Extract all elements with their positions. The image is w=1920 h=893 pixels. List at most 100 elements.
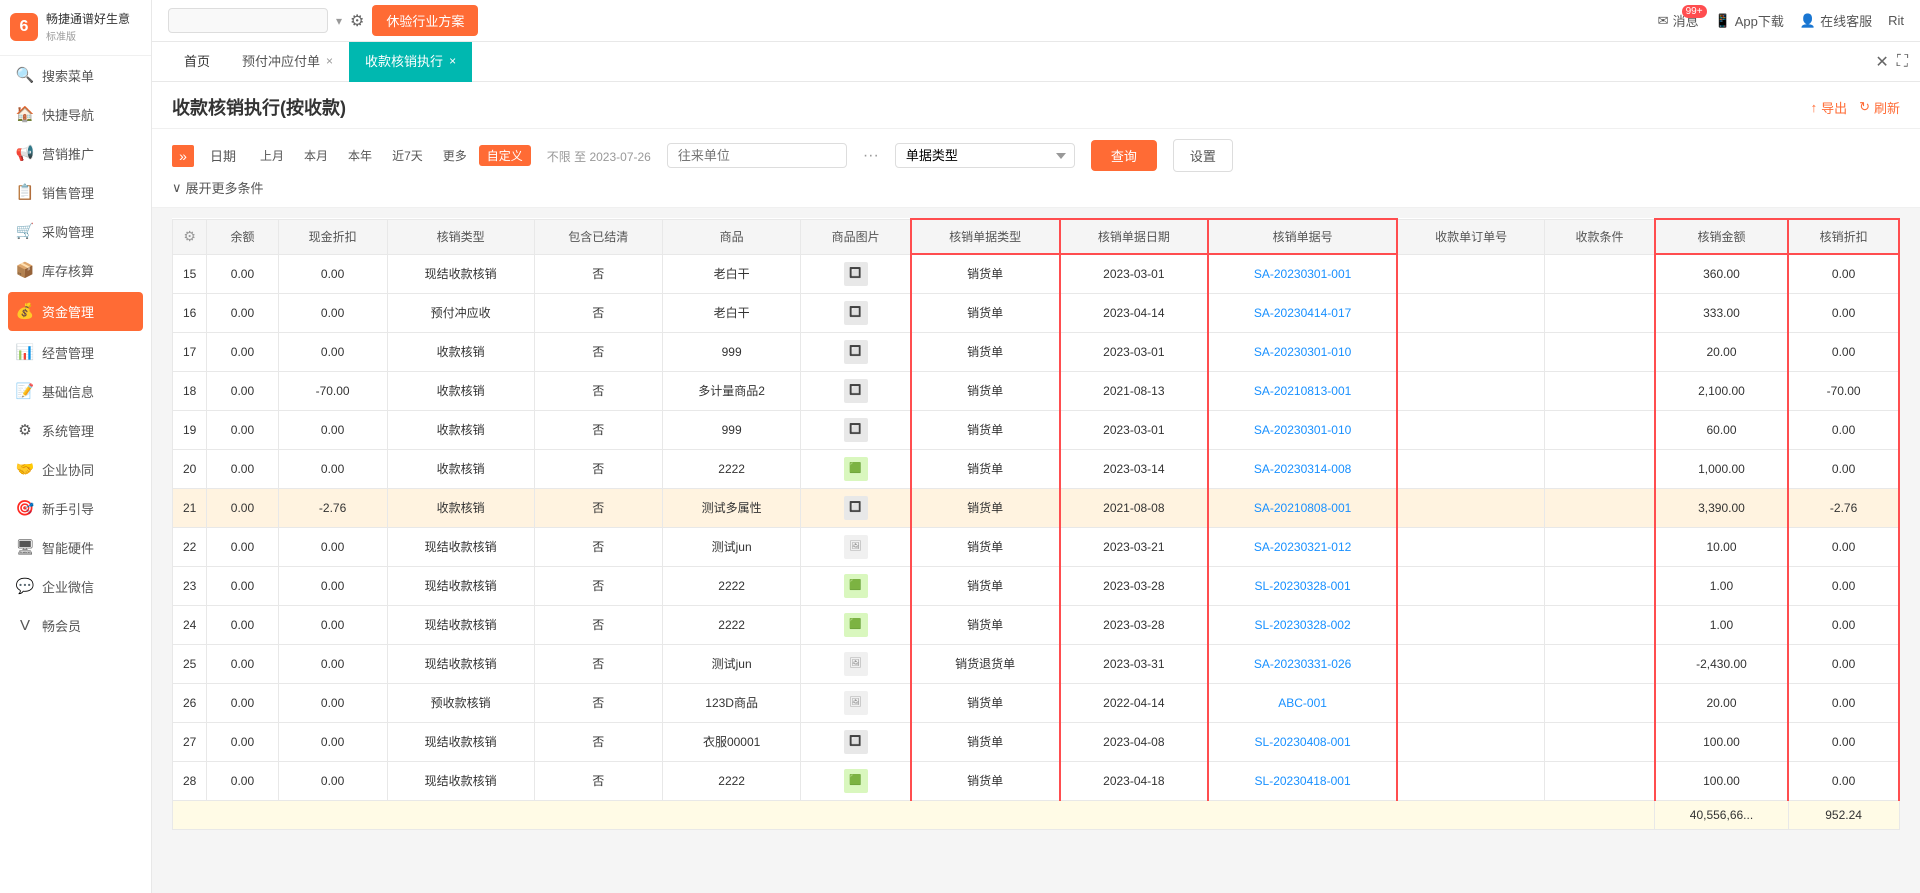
- filter-more-dots[interactable]: ···: [863, 147, 879, 165]
- date-custom-btn[interactable]: 自定义: [479, 145, 531, 166]
- bill-type-filter-select[interactable]: 单据类型: [895, 143, 1075, 168]
- cell-amount: -2,430.00: [1655, 644, 1788, 683]
- cell-id: 20: [173, 449, 207, 488]
- cell-type: 预付冲应收: [387, 293, 534, 332]
- cell-id: 18: [173, 371, 207, 410]
- cell-bill-type: 销货单: [911, 449, 1060, 488]
- cell-bill-no[interactable]: SL-20230408-001: [1208, 722, 1397, 761]
- sidebar-item-营销推广[interactable]: 📢营销推广: [0, 134, 151, 173]
- cell-cash-discount: 0.00: [278, 722, 387, 761]
- filter-expand-btn[interactable]: »: [172, 145, 194, 167]
- sidebar-label-10: 企业协同: [42, 460, 94, 479]
- tab-home[interactable]: 首页: [168, 42, 226, 82]
- user-name[interactable]: Rit: [1888, 13, 1904, 28]
- message-btn[interactable]: ✉ 消息 99+: [1658, 11, 1699, 30]
- close-all-btn[interactable]: ✕: [1875, 52, 1888, 72]
- date-this-year-btn[interactable]: 本年: [340, 145, 380, 166]
- bill-no-link[interactable]: SA-20210808-001: [1254, 501, 1351, 515]
- cell-bill-no[interactable]: SA-20230314-008: [1208, 449, 1397, 488]
- bill-no-link[interactable]: SA-20230321-012: [1254, 540, 1351, 554]
- sidebar-item-畅会员[interactable]: V畅会员: [0, 606, 151, 645]
- sidebar-item-资金管理[interactable]: 💰资金管理: [8, 292, 143, 331]
- cell-bill-no[interactable]: SA-20230301-001: [1208, 254, 1397, 293]
- sidebar-item-库存核算[interactable]: 📦库存核算: [0, 251, 151, 290]
- cell-closed: 否: [534, 254, 662, 293]
- topbar-search-input[interactable]: [168, 8, 328, 33]
- main-content: ▾ ⚙ 休验行业方案 ✉ 消息 99+ 📱 App下载 👤 在线客服 Rit 首…: [152, 0, 1920, 893]
- sidebar-item-搜索菜单[interactable]: 🔍搜索菜单: [0, 56, 151, 95]
- cell-discount: 0.00: [1788, 644, 1899, 683]
- bill-no-link[interactable]: SL-20230418-001: [1255, 774, 1351, 788]
- cell-bill-date: 2022-04-14: [1060, 683, 1209, 722]
- sidebar-label-6: 资金管理: [42, 302, 94, 321]
- sidebar-item-基础信息[interactable]: 📝基础信息: [0, 372, 151, 411]
- bill-no-link[interactable]: SL-20230328-002: [1255, 618, 1351, 632]
- refresh-btn[interactable]: ↻ 刷新: [1859, 98, 1900, 117]
- sidebar-item-系统管理[interactable]: ⚙系统管理: [0, 411, 151, 450]
- online-service-btn[interactable]: 👤 在线客服: [1800, 11, 1872, 30]
- bill-no-link[interactable]: SA-20230314-008: [1254, 462, 1351, 476]
- cell-bill-no[interactable]: SL-20230328-001: [1208, 566, 1397, 605]
- cell-bill-type: 销货单: [911, 683, 1060, 722]
- sidebar-item-企业协同[interactable]: 🤝企业协同: [0, 450, 151, 489]
- filter-settings-btn[interactable]: 设置: [1173, 139, 1233, 172]
- cell-cash-discount: 0.00: [278, 254, 387, 293]
- cell-goods: 老白干: [662, 254, 801, 293]
- industry-btn[interactable]: 休验行业方案: [372, 5, 478, 36]
- date-last-month-btn[interactable]: 上月: [252, 145, 292, 166]
- cell-bill-no[interactable]: SA-20230331-026: [1208, 644, 1397, 683]
- tab-prepay-close[interactable]: ×: [326, 54, 333, 68]
- cell-goods: 测试jun: [662, 644, 801, 683]
- table-area[interactable]: ⚙ 余额 现金折扣 核销类型 包含已结清 商品 商品图片 核销单据类型 核销单据…: [152, 208, 1920, 893]
- cell-discount: 0.00: [1788, 449, 1899, 488]
- th-writeoff-type: 核销类型: [387, 219, 534, 254]
- bill-no-link[interactable]: SA-20230301-010: [1254, 345, 1351, 359]
- partner-filter-input[interactable]: [667, 143, 847, 168]
- tab-writeoff[interactable]: 收款核销执行 ×: [349, 42, 472, 82]
- cell-bill-no[interactable]: SA-20230414-017: [1208, 293, 1397, 332]
- sidebar-item-企业微信[interactable]: 💬企业微信: [0, 567, 151, 606]
- bill-no-link[interactable]: SL-20230328-001: [1255, 579, 1351, 593]
- cell-discount: 0.00: [1788, 683, 1899, 722]
- expand-more-btn[interactable]: ∨ 展开更多条件: [172, 178, 1900, 197]
- cell-bill-no[interactable]: SA-20230301-010: [1208, 332, 1397, 371]
- cell-bill-no[interactable]: ABC-001: [1208, 683, 1397, 722]
- bill-no-link[interactable]: SA-20230301-010: [1254, 423, 1351, 437]
- sidebar-item-采购管理[interactable]: 🛒采购管理: [0, 212, 151, 251]
- table-row: 16 0.00 0.00 预付冲应收 否 老白干 🔲 销货单 2023-04-1…: [173, 293, 1900, 332]
- sidebar-item-新手引导[interactable]: 🎯新手引导: [0, 489, 151, 528]
- maximize-btn[interactable]: ⛶: [1897, 53, 1908, 71]
- sidebar-item-经营管理[interactable]: 📊经营管理: [0, 333, 151, 372]
- sidebar-label-14: 畅会员: [42, 616, 81, 635]
- tab-prepay[interactable]: 预付冲应付单 ×: [226, 42, 349, 82]
- sidebar-icon-5: 📦: [16, 261, 34, 279]
- cell-goods-img: 🔲: [801, 332, 911, 371]
- sidebar-item-智能硬件[interactable]: 🖥智能硬件: [0, 528, 151, 567]
- bill-no-link[interactable]: SA-20230331-026: [1254, 657, 1351, 671]
- cell-bill-no[interactable]: SA-20230321-012: [1208, 527, 1397, 566]
- bill-no-link[interactable]: SA-20210813-001: [1254, 384, 1351, 398]
- cell-closed: 否: [534, 410, 662, 449]
- cell-closed: 否: [534, 371, 662, 410]
- tab-writeoff-close[interactable]: ×: [449, 54, 456, 68]
- cell-bill-no[interactable]: SA-20210808-001: [1208, 488, 1397, 527]
- export-btn[interactable]: ↑ 导出: [1811, 98, 1848, 117]
- query-btn[interactable]: 查询: [1091, 140, 1157, 171]
- bill-no-link[interactable]: SA-20230301-001: [1254, 267, 1351, 281]
- app-download-btn[interactable]: 📱 App下载: [1715, 11, 1784, 30]
- sidebar-item-快捷导航[interactable]: 🏠快捷导航: [0, 95, 151, 134]
- bill-no-link[interactable]: ABC-001: [1278, 696, 1327, 710]
- cell-discount: 0.00: [1788, 254, 1899, 293]
- sidebar-item-销售管理[interactable]: 📋销售管理: [0, 173, 151, 212]
- settings-gear-icon[interactable]: ⚙: [350, 11, 364, 31]
- date-more-btn[interactable]: 更多: [435, 145, 475, 166]
- cell-bill-no[interactable]: SL-20230328-002: [1208, 605, 1397, 644]
- cell-bill-no[interactable]: SA-20210813-001: [1208, 371, 1397, 410]
- col-settings-icon[interactable]: ⚙: [183, 228, 196, 244]
- bill-no-link[interactable]: SL-20230408-001: [1255, 735, 1351, 749]
- bill-no-link[interactable]: SA-20230414-017: [1254, 306, 1351, 320]
- cell-bill-no[interactable]: SL-20230418-001: [1208, 761, 1397, 800]
- date-this-month-btn[interactable]: 本月: [296, 145, 336, 166]
- cell-bill-no[interactable]: SA-20230301-010: [1208, 410, 1397, 449]
- date-7days-btn[interactable]: 近7天: [384, 145, 431, 166]
